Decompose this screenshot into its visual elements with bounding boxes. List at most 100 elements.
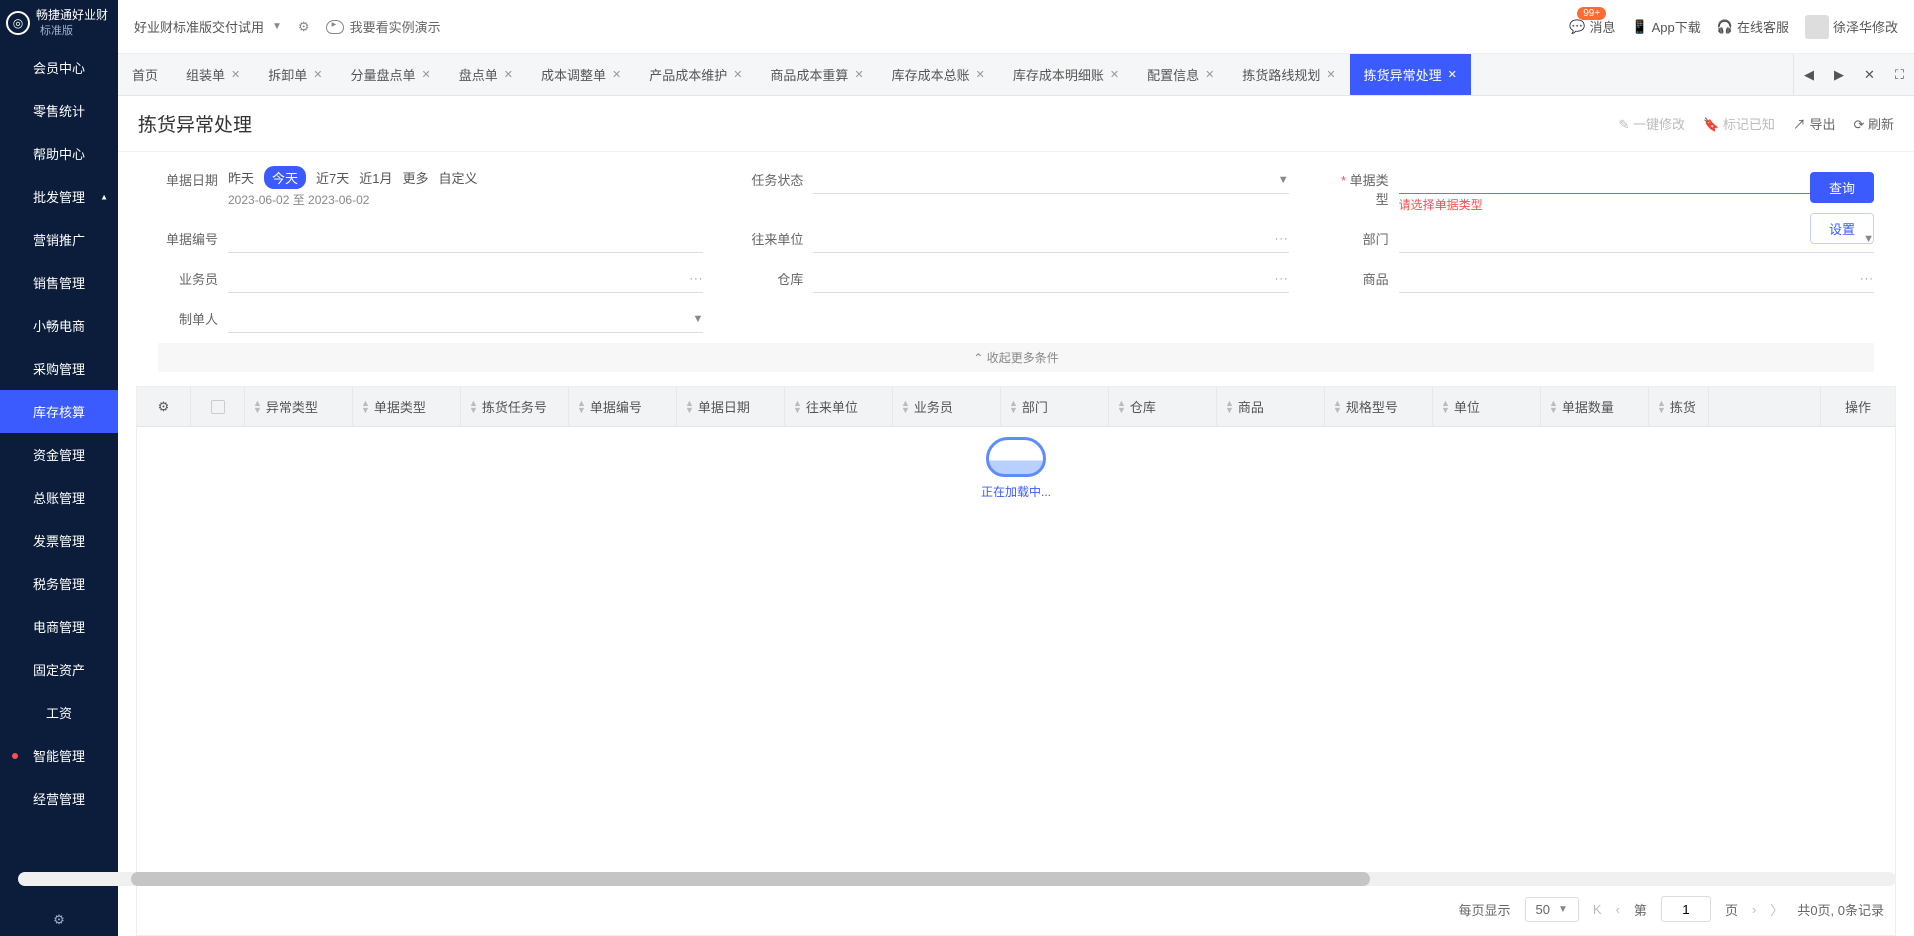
sidebar-item[interactable]: 发票管理: [0, 519, 118, 562]
warehouse-input[interactable]: ···: [813, 265, 1288, 293]
maker-input[interactable]: ▼: [228, 305, 703, 333]
horizontal-scrollbar[interactable]: [118, 872, 1896, 886]
dept-input[interactable]: ▼: [1399, 225, 1874, 253]
tab[interactable]: 拆卸单✕: [254, 54, 336, 95]
column-header[interactable]: ▲▼单据编号: [569, 387, 677, 426]
status-input[interactable]: ▼: [813, 166, 1288, 194]
app-download-button[interactable]: 📱 App下载: [1631, 17, 1700, 36]
tab[interactable]: 首页: [118, 54, 172, 95]
checkbox-col[interactable]: [191, 387, 245, 426]
sidebar-item[interactable]: 帮助中心: [0, 132, 118, 175]
tab[interactable]: 配置信息✕: [1133, 54, 1228, 95]
date-option[interactable]: 自定义: [439, 168, 478, 187]
tab[interactable]: 库存成本明细账✕: [999, 54, 1133, 95]
sidebar-item[interactable]: 会员中心: [0, 46, 118, 89]
scroll-left-icon[interactable]: ◀: [1794, 67, 1824, 83]
sidebar-item[interactable]: 小畅电商: [0, 304, 118, 347]
sidebar-item[interactable]: 工资: [0, 691, 118, 734]
column-header[interactable]: ▲▼拣货: [1649, 387, 1709, 426]
tab[interactable]: 库存成本总账✕: [878, 54, 999, 95]
page-size-select[interactable]: 50▼: [1525, 897, 1579, 922]
date-option[interactable]: 今天: [264, 166, 306, 189]
messages-button[interactable]: 99+ 💬 消息: [1569, 17, 1615, 36]
page-input[interactable]: [1661, 896, 1711, 922]
collapse-toggle[interactable]: ⌃ 收起更多条件: [158, 343, 1874, 372]
tab[interactable]: 成本调整单✕: [527, 54, 635, 95]
sidebar-item[interactable]: 库存核算: [0, 390, 118, 433]
close-icon[interactable]: ✕: [231, 68, 240, 81]
export-button[interactable]: ↗ 导出: [1793, 114, 1836, 133]
product-selector[interactable]: 好业财标准版交付试用 ▼: [134, 17, 282, 36]
user-menu[interactable]: 徐泽华修改: [1805, 15, 1898, 39]
partner-input[interactable]: ···: [813, 225, 1288, 253]
column-header[interactable]: ▲▼单位: [1433, 387, 1541, 426]
column-header[interactable]: ▲▼单据类型: [353, 387, 461, 426]
column-header[interactable]: ▲▼商品: [1217, 387, 1325, 426]
close-icon[interactable]: ✕: [1205, 68, 1214, 81]
sidebar-item[interactable]: 营销推广: [0, 218, 118, 261]
column-header[interactable]: ▲▼往来单位: [785, 387, 893, 426]
close-icon[interactable]: ✕: [1326, 68, 1335, 81]
tab[interactable]: 组装单✕: [172, 54, 254, 95]
close-icon[interactable]: ✕: [612, 68, 621, 81]
column-header[interactable]: ▲▼部门: [1001, 387, 1109, 426]
column-header[interactable]: ▲▼单据数量: [1541, 387, 1649, 426]
close-icon[interactable]: ✕: [1110, 68, 1119, 81]
last-page-button[interactable]: 〉: [1770, 900, 1783, 919]
close-icon[interactable]: ✕: [854, 68, 863, 81]
sort-icon: ▲▼: [1657, 400, 1666, 414]
prev-page-button[interactable]: ‹: [1616, 902, 1620, 917]
sidebar-item[interactable]: 智能管理: [0, 734, 118, 777]
settings-col[interactable]: ⚙: [137, 387, 191, 426]
close-all-icon[interactable]: ✕: [1854, 67, 1885, 83]
date-option[interactable]: 昨天: [228, 168, 254, 187]
tab[interactable]: 拣货路线规划✕: [1228, 54, 1349, 95]
sidebar-item[interactable]: 销售管理: [0, 261, 118, 304]
date-option[interactable]: 更多: [403, 168, 429, 187]
column-header[interactable]: ▲▼规格型号: [1325, 387, 1433, 426]
sidebar-item[interactable]: 资金管理: [0, 433, 118, 476]
settings-button[interactable]: 设置: [1810, 213, 1874, 244]
sidebar-item[interactable]: 总账管理: [0, 476, 118, 519]
column-header[interactable]: ▲▼单据日期: [677, 387, 785, 426]
refresh-button[interactable]: ⟳ 刷新: [1853, 114, 1894, 133]
sales-input[interactable]: ···: [228, 265, 703, 293]
column-header[interactable]: ▲▼业务员: [893, 387, 1001, 426]
field-status: 任务状态 ▼: [743, 166, 1288, 213]
query-button[interactable]: 查询: [1810, 172, 1874, 203]
support-button[interactable]: 🎧 在线客服: [1717, 17, 1789, 36]
close-icon[interactable]: ✕: [422, 68, 431, 81]
sidebar-item[interactable]: 采购管理: [0, 347, 118, 390]
sidebar-item[interactable]: 电商管理: [0, 605, 118, 648]
sidebar-item[interactable]: 零售统计: [0, 89, 118, 132]
product-input[interactable]: ···: [1399, 265, 1874, 293]
type-input[interactable]: ▼: [1399, 166, 1874, 194]
close-icon[interactable]: ✕: [1448, 68, 1457, 81]
demo-link[interactable]: 我要看实例演示: [326, 17, 441, 36]
column-header[interactable]: ▲▼仓库: [1109, 387, 1217, 426]
no-input[interactable]: [228, 225, 703, 253]
close-icon[interactable]: ✕: [313, 68, 322, 81]
tab[interactable]: 拣货异常处理✕: [1350, 54, 1471, 95]
tab[interactable]: 产品成本维护✕: [635, 54, 756, 95]
sidebar-item[interactable]: 固定资产: [0, 648, 118, 691]
tab[interactable]: 商品成本重算✕: [756, 54, 877, 95]
next-page-button[interactable]: ›: [1752, 902, 1756, 917]
scroll-right-icon[interactable]: ▶: [1824, 67, 1854, 83]
column-header[interactable]: ▲▼拣货任务号: [461, 387, 569, 426]
tab[interactable]: 分量盘点单✕: [336, 54, 444, 95]
fullscreen-icon[interactable]: ⛶: [1885, 67, 1914, 83]
close-icon[interactable]: ✕: [976, 68, 985, 81]
column-header[interactable]: ▲▼异常类型: [245, 387, 353, 426]
settings-gear-icon[interactable]: ⚙: [0, 904, 118, 936]
close-icon[interactable]: ✕: [504, 68, 513, 81]
date-option[interactable]: 近1月: [359, 168, 392, 187]
first-page-button[interactable]: K: [1593, 902, 1602, 917]
tab[interactable]: 盘点单✕: [445, 54, 527, 95]
sidebar-item[interactable]: 税务管理: [0, 562, 118, 605]
date-option[interactable]: 近7天: [316, 168, 349, 187]
sidebar-item[interactable]: 经营管理: [0, 777, 118, 820]
gear-icon[interactable]: ⚙: [298, 19, 310, 35]
sidebar-item[interactable]: 批发管理: [0, 175, 118, 218]
close-icon[interactable]: ✕: [733, 68, 742, 81]
